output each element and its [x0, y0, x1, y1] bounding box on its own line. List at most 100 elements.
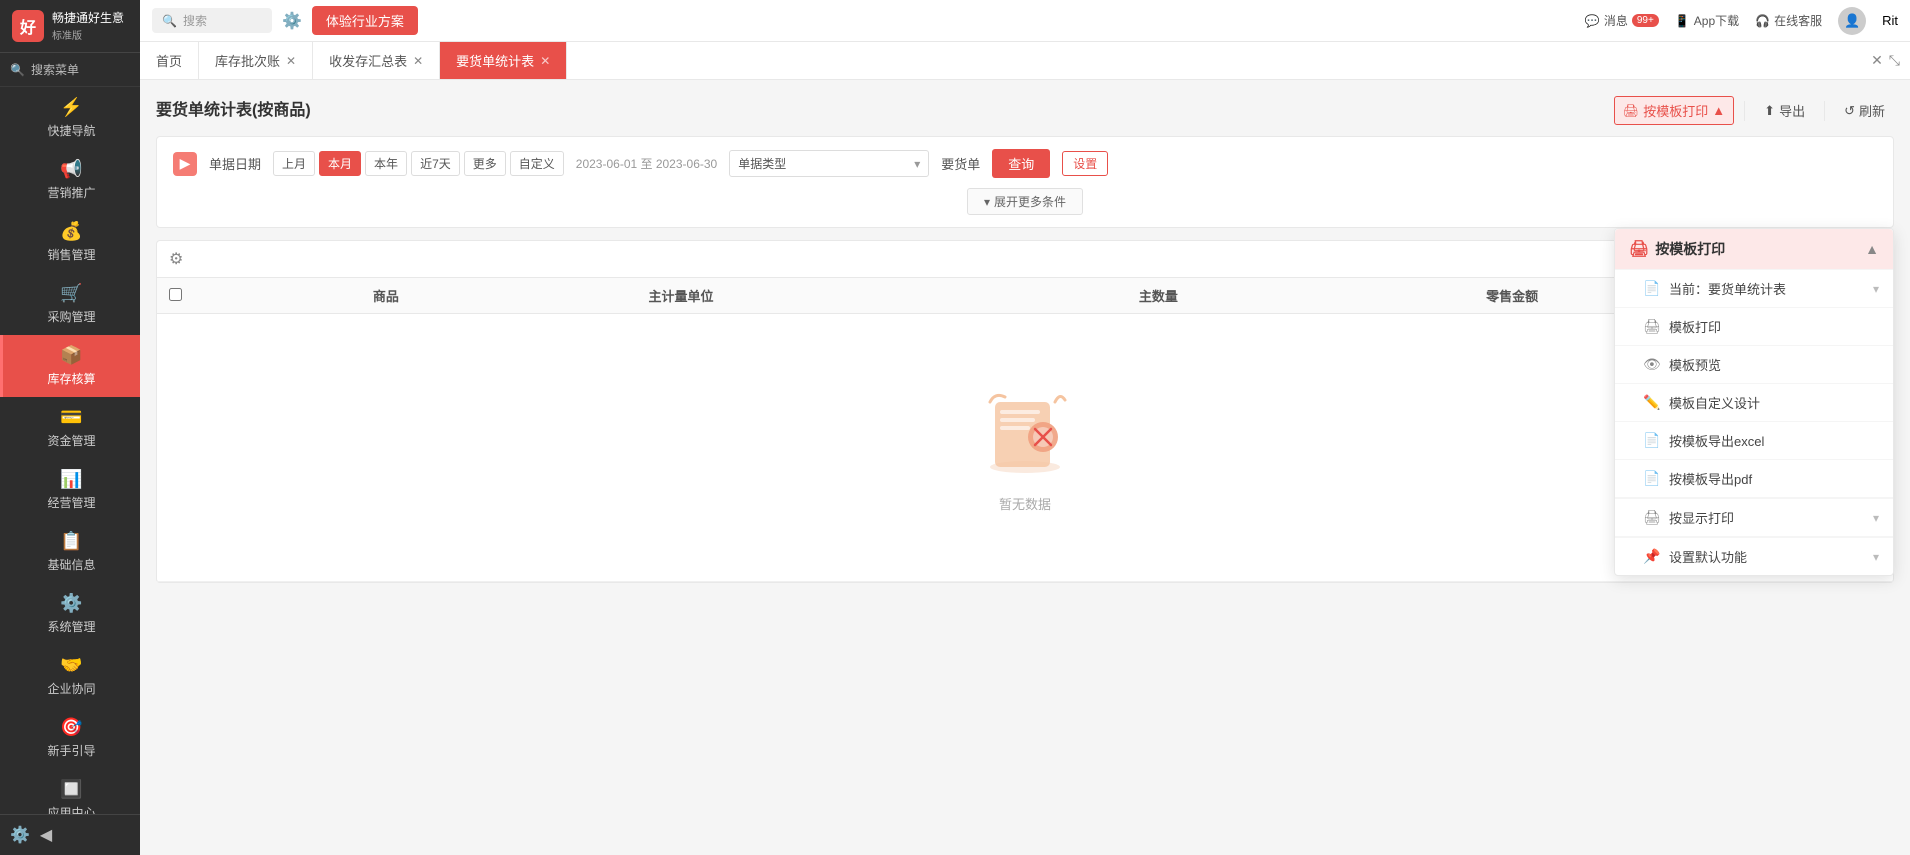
print-arrow-up: ▲	[1712, 103, 1725, 118]
sidebar-item-label: 系统管理	[47, 618, 95, 635]
marketing-icon: 📢	[60, 159, 82, 180]
set-default-icon: 📌	[1643, 548, 1661, 565]
sidebar-item-inventory[interactable]: 📦 库存核算	[0, 335, 140, 397]
template-print-icon: 🖨	[1643, 318, 1661, 335]
sidebar-item-label: 营销推广	[47, 184, 95, 201]
dropdown-display-print[interactable]: 🖨 按显示打印 ▾	[1615, 498, 1893, 536]
tab-inventory-batch[interactable]: 库存批次账 ✕	[199, 42, 313, 79]
toolbar-divider-2	[1824, 101, 1825, 121]
col-checkbox	[157, 278, 361, 314]
display-print-arrow: ▾	[1873, 511, 1879, 525]
tabs-right: ✕ ⤡	[1861, 52, 1910, 69]
finance-icon: 💳	[60, 407, 82, 428]
collapse-icon[interactable]: ◀	[40, 825, 52, 845]
tab-close-order-stats[interactable]: ✕	[540, 54, 550, 68]
filter-expand-btn[interactable]: ▶	[173, 152, 197, 176]
dropdown-current-template[interactable]: 📄 当前：要货单统计表 ▾	[1615, 269, 1893, 307]
date-buttons: 上月 本月 本年 近7天 更多 自定义	[273, 151, 564, 176]
dropdown-template-preview[interactable]: 👁 模板预览	[1615, 345, 1893, 383]
sidebar-search[interactable]: 🔍 搜索菜单	[0, 53, 140, 87]
sidebar-nav: ⚡ 快捷导航 📢 营销推广 💰 销售管理 🛒 采购管理 📦 库存核算 💳 资金管…	[0, 87, 140, 814]
sidebar-item-quick-nav[interactable]: ⚡ 快捷导航	[0, 87, 140, 149]
sidebar-item-marketing[interactable]: 📢 营销推广	[0, 149, 140, 211]
tab-inventory-batch-label: 库存批次账	[215, 51, 280, 70]
settings-bottom-icon[interactable]: ⚙️	[10, 825, 30, 845]
dropdown-section-display: 🖨 按显示打印 ▾	[1615, 497, 1893, 536]
sidebar-item-finance[interactable]: 💳 资金管理	[0, 397, 140, 459]
sidebar-item-operations[interactable]: 📊 经营管理	[0, 459, 140, 521]
dropdown-collapse-icon[interactable]: ▲	[1865, 241, 1879, 257]
table-settings-icon[interactable]: ⚙	[169, 249, 183, 269]
trial-button[interactable]: 体验行业方案	[312, 6, 418, 35]
tab-home[interactable]: 首页	[140, 42, 199, 79]
sidebar-item-label: 基础信息	[47, 556, 95, 573]
set-default-left: 📌 设置默认功能	[1643, 547, 1747, 566]
maximize-window-btn[interactable]: ⤡	[1889, 52, 1900, 69]
date-btn-this-month[interactable]: 本月	[319, 151, 361, 176]
sidebar-logo: 好 畅捷通好生意 标准版	[0, 0, 140, 53]
current-template-label: 当前：要货单统计表	[1669, 279, 1786, 298]
sales-icon: 💰	[60, 221, 82, 242]
select-arrow-icon: ▾	[914, 157, 920, 171]
select-all-checkbox[interactable]	[169, 288, 182, 301]
template-custom-icon: ✏️	[1643, 394, 1661, 411]
tab-close-receivable[interactable]: ✕	[413, 54, 423, 68]
date-btn-custom[interactable]: 自定义	[510, 151, 564, 176]
sidebar-item-purchase[interactable]: 🛒 采购管理	[0, 273, 140, 335]
sidebar-item-app-center[interactable]: 🔲 应用中心	[0, 769, 140, 814]
tab-order-stats[interactable]: 要货单统计表 ✕	[440, 42, 567, 79]
print-icon: 🖨	[1623, 103, 1640, 119]
toolbar-divider-1	[1744, 101, 1745, 121]
col-unit: 主计量单位	[636, 278, 1126, 314]
template-preview-label: 模板预览	[1669, 355, 1721, 374]
sidebar-item-sales[interactable]: 💰 销售管理	[0, 211, 140, 273]
tab-receivable-summary[interactable]: 收发存汇总表 ✕	[313, 42, 440, 79]
sidebar-item-label: 新手引导	[47, 742, 95, 759]
settings-button[interactable]: 设置	[1062, 151, 1108, 176]
app-download-label: App下载	[1694, 12, 1739, 29]
dropdown-set-default[interactable]: 📌 设置默认功能 ▾	[1615, 537, 1893, 575]
header-search-placeholder: 搜索	[183, 12, 207, 29]
current-template-arrow: ▾	[1873, 282, 1879, 296]
query-button[interactable]: 查询	[992, 149, 1050, 178]
header-search[interactable]: 🔍 搜索	[152, 8, 272, 33]
app-download-item[interactable]: 📱 App下载	[1675, 12, 1739, 29]
customer-service-item[interactable]: 🎧 在线客服	[1755, 12, 1822, 29]
sidebar-bottom: ⚙️ ◀	[0, 814, 140, 855]
sidebar-item-cooperation[interactable]: 🤝 企业协同	[0, 645, 140, 707]
dropdown-export-excel[interactable]: 📄 按模板导出excel	[1615, 421, 1893, 459]
date-btn-last-month[interactable]: 上月	[273, 151, 315, 176]
sidebar-item-basic[interactable]: 📋 基础信息	[0, 521, 140, 583]
export-btn[interactable]: ⬆ 导出	[1755, 96, 1814, 125]
export-pdf-icon: 📄	[1643, 470, 1661, 487]
display-print-label: 按显示打印	[1669, 508, 1734, 527]
dropdown-template-print[interactable]: 🖨 模板打印	[1615, 307, 1893, 345]
expand-more-btn[interactable]: ▾ 展开更多条件	[967, 188, 1083, 215]
order-type-select[interactable]: 单据类型 ▾	[729, 150, 929, 177]
empty-icon	[975, 382, 1075, 482]
message-label: 消息	[1604, 12, 1628, 29]
tab-order-stats-label: 要货单统计表	[456, 51, 534, 70]
sidebar-item-newbie[interactable]: 🎯 新手引导	[0, 707, 140, 769]
header-search-icon: 🔍	[162, 14, 177, 28]
export-pdf-label: 按模板导出pdf	[1669, 469, 1752, 488]
print-template-btn[interactable]: 🖨 按模板打印 ▲	[1614, 96, 1734, 125]
search-label: 搜索菜单	[31, 61, 79, 78]
user-avatar[interactable]: 👤	[1838, 7, 1866, 35]
date-btn-this-year[interactable]: 本年	[365, 151, 407, 176]
sidebar-item-label: 企业协同	[47, 680, 95, 697]
logo-icon: 好	[12, 10, 44, 42]
app-name: 畅捷通好生意	[52, 10, 124, 27]
header-gear-icon[interactable]: ⚙️	[282, 11, 302, 31]
message-item[interactable]: 💬 消息 99+	[1585, 12, 1659, 29]
close-window-btn[interactable]: ✕	[1871, 52, 1883, 69]
dropdown-template-custom[interactable]: ✏️ 模板自定义设计	[1615, 383, 1893, 421]
dropdown-export-pdf[interactable]: 📄 按模板导出pdf	[1615, 459, 1893, 497]
sidebar-item-system[interactable]: ⚙️ 系统管理	[0, 583, 140, 645]
date-btn-7days[interactable]: 近7天	[411, 151, 460, 176]
tab-close-inventory-batch[interactable]: ✕	[286, 54, 296, 68]
headset-icon: 🎧	[1755, 14, 1770, 28]
refresh-btn[interactable]: ↺ 刷新	[1835, 96, 1894, 125]
date-btn-more[interactable]: 更多	[464, 151, 506, 176]
logo-text: 畅捷通好生意 标准版	[52, 10, 124, 42]
